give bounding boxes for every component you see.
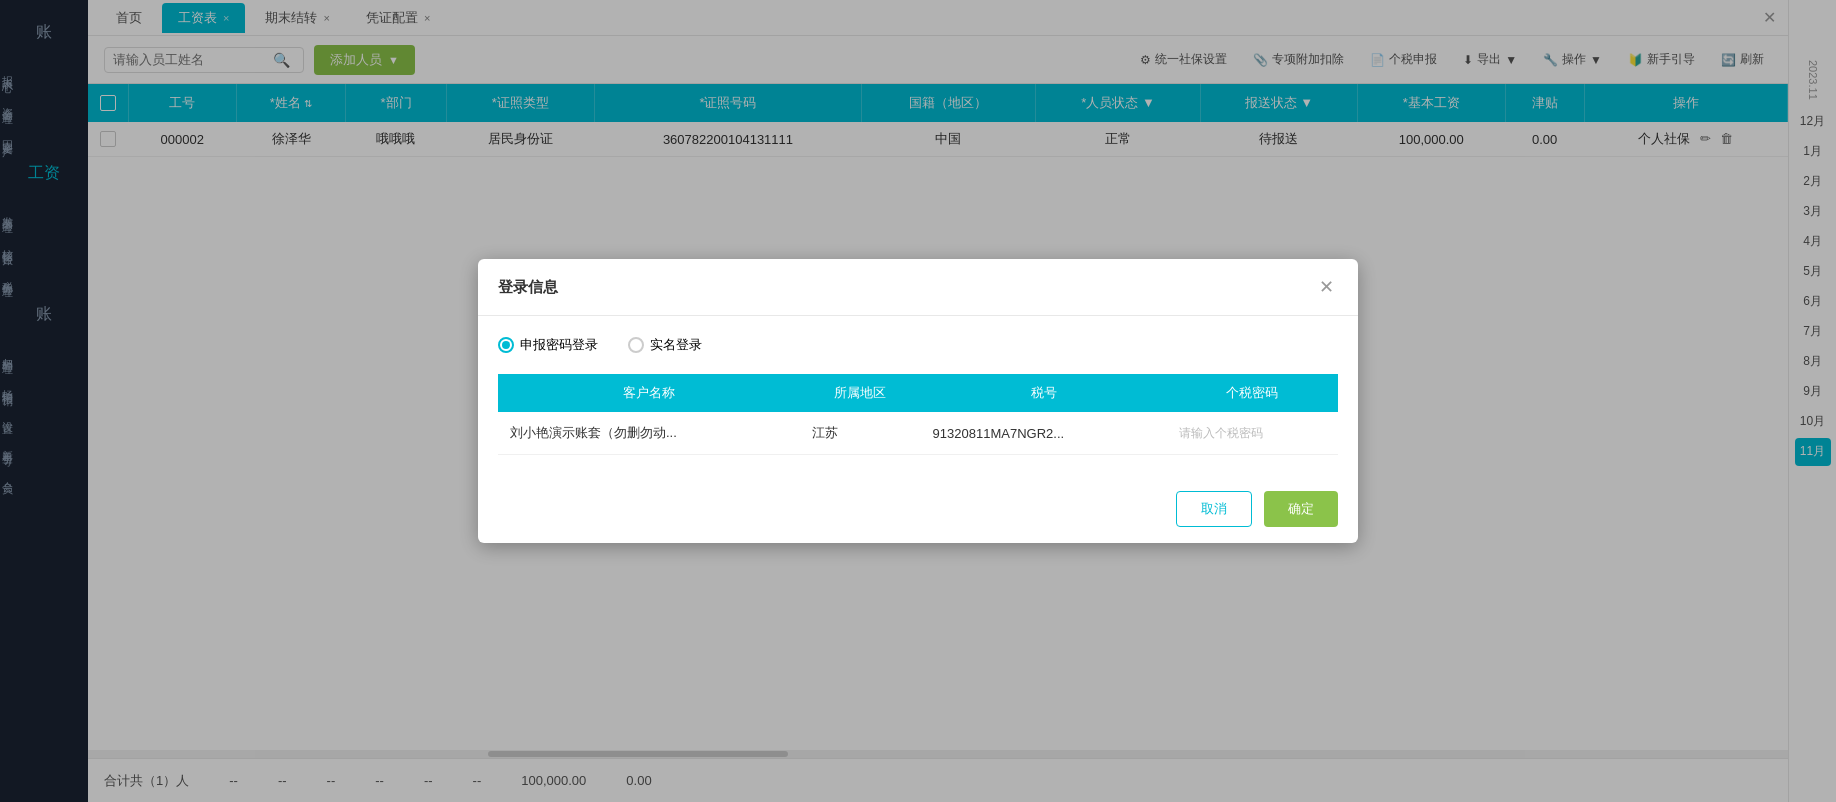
dialog-cell-tax-password[interactable]: 请输入个税密码 — [1167, 412, 1338, 455]
cancel-button[interactable]: 取消 — [1176, 491, 1252, 527]
modal-header: 登录信息 ✕ — [478, 259, 1358, 316]
dialog-col-region: 所属地区 — [800, 374, 920, 412]
login-type-radio-group: 申报密码登录 实名登录 — [498, 336, 1338, 354]
dialog-cell-region: 江苏 — [800, 412, 920, 455]
modal-footer: 取消 确定 — [478, 475, 1358, 543]
dialog-table: 客户名称 所属地区 税号 个税密码 — [498, 374, 1338, 455]
password-login-radio[interactable]: 申报密码登录 — [498, 336, 598, 354]
password-login-radio-circle — [498, 337, 514, 353]
modal-close-button[interactable]: ✕ — [1314, 275, 1338, 299]
realname-login-radio-circle — [628, 337, 644, 353]
login-info-modal: 登录信息 ✕ 申报密码登录 实名登录 客户名称 — [478, 259, 1358, 543]
modal-overlay: 登录信息 ✕ 申报密码登录 实名登录 客户名称 — [0, 0, 1836, 802]
dialog-col-tax-password: 个税密码 — [1167, 374, 1338, 412]
dialog-col-client-name: 客户名称 — [498, 374, 800, 412]
dialog-cell-tax-no: 91320811MA7NGR2... — [921, 412, 1167, 455]
modal-title: 登录信息 — [498, 278, 558, 297]
modal-body: 申报密码登录 实名登录 客户名称 所属地区 — [478, 316, 1358, 475]
dialog-table-row: 刘小艳演示账套（勿删勿动... 江苏 91320811MA7NGR2... 请输… — [498, 412, 1338, 455]
dialog-cell-client-name: 刘小艳演示账套（勿删勿动... — [498, 412, 800, 455]
confirm-button[interactable]: 确定 — [1264, 491, 1338, 527]
realname-login-radio[interactable]: 实名登录 — [628, 336, 702, 354]
dialog-col-tax-no: 税号 — [921, 374, 1167, 412]
